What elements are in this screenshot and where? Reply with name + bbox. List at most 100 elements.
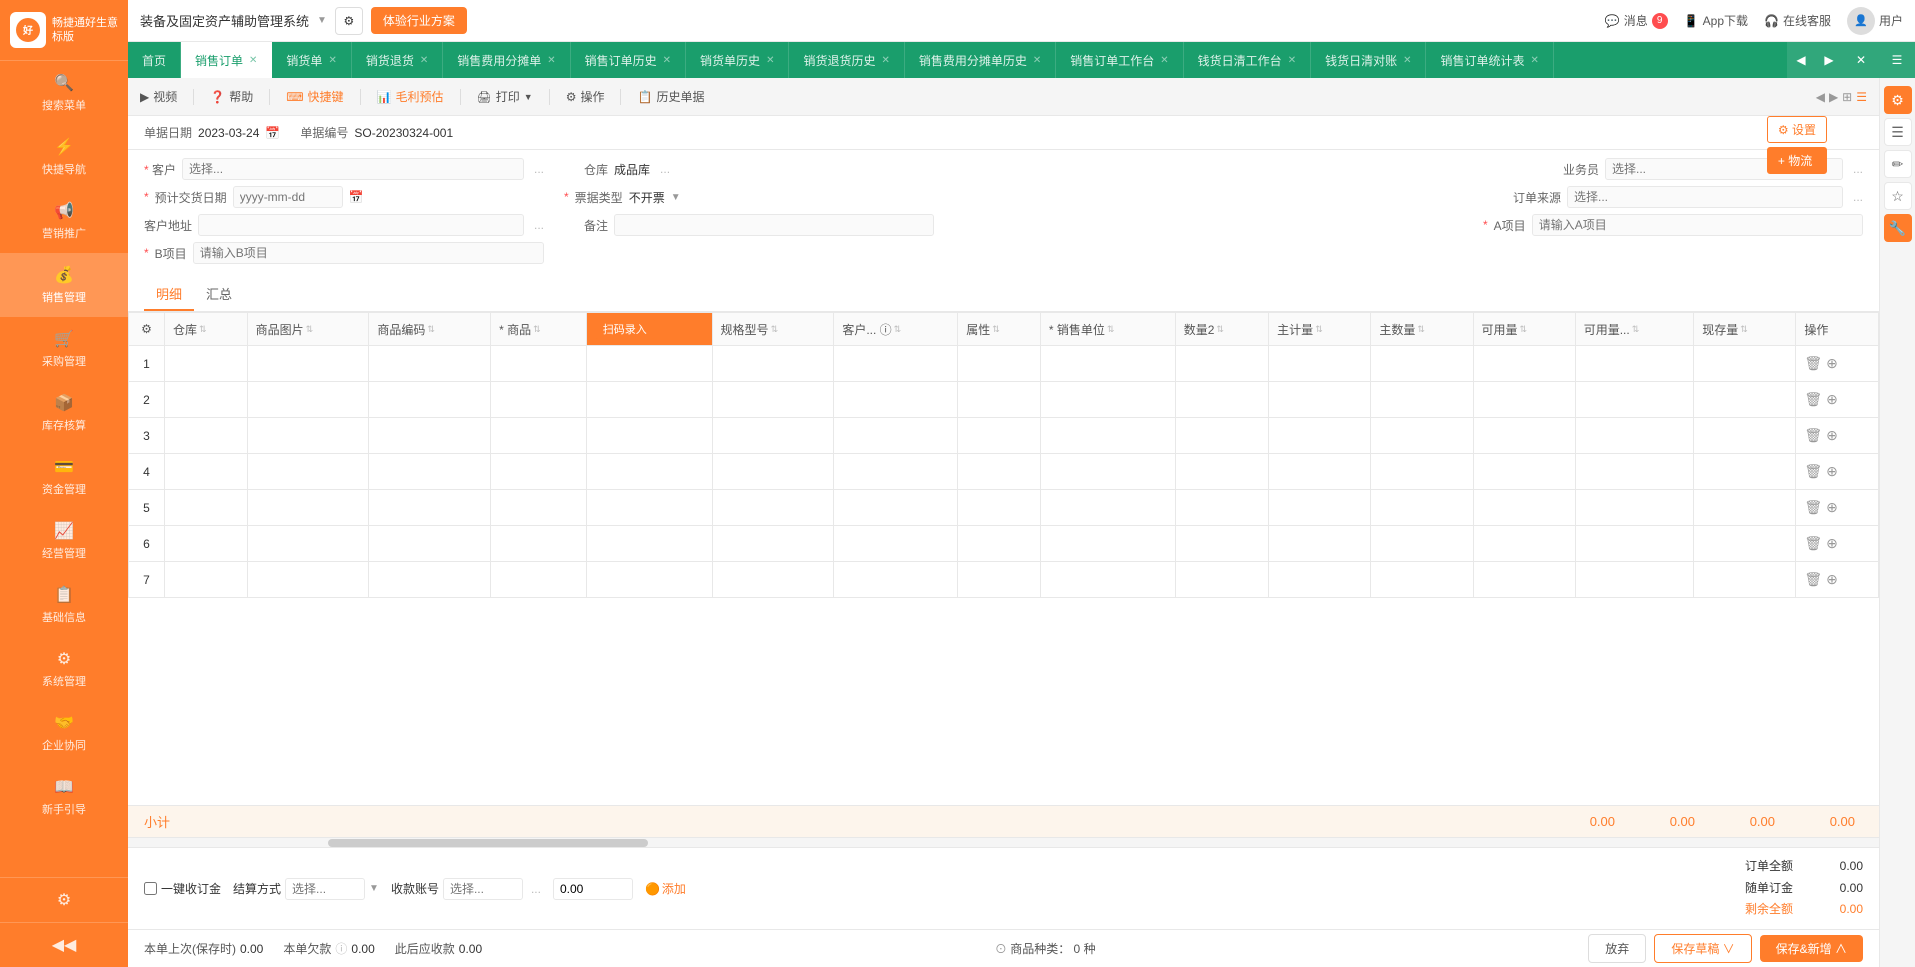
col-scan[interactable]: 扫码录入 bbox=[586, 313, 712, 346]
b-project-input[interactable] bbox=[193, 242, 544, 264]
row-attribute[interactable] bbox=[958, 562, 1041, 598]
row-product[interactable] bbox=[491, 562, 587, 598]
row-code[interactable] bbox=[369, 454, 491, 490]
sidebar-item-cooperation[interactable]: 🤝 企业协同 bbox=[0, 701, 128, 765]
tab-sales-workbench[interactable]: 销售订单工作台 ✕ bbox=[1056, 42, 1183, 78]
row-available2[interactable] bbox=[1575, 490, 1694, 526]
row-main-qty[interactable] bbox=[1371, 490, 1473, 526]
row-attribute[interactable] bbox=[958, 526, 1041, 562]
tab-close-icon[interactable]: ✕ bbox=[420, 55, 428, 66]
nav-close-all-button[interactable]: ✕ bbox=[1843, 42, 1879, 78]
sidebar-item-nav[interactable]: ⚡ 快捷导航 bbox=[0, 125, 128, 189]
row-qty2[interactable] bbox=[1175, 418, 1268, 454]
tab-stats[interactable]: 销售订单统计表 ✕ bbox=[1426, 42, 1553, 78]
row-qty2[interactable] bbox=[1175, 562, 1268, 598]
row-product[interactable] bbox=[491, 526, 587, 562]
save-draft-button[interactable]: 保存草稿 ∨ bbox=[1654, 934, 1751, 963]
row-main-qty[interactable] bbox=[1371, 454, 1473, 490]
row-main-unit[interactable] bbox=[1269, 346, 1371, 382]
delete-row-button[interactable]: 🗑 bbox=[1804, 499, 1822, 516]
tab-close-icon[interactable]: ✕ bbox=[1033, 55, 1041, 66]
row-main-qty[interactable] bbox=[1371, 382, 1473, 418]
tab-close-icon[interactable]: ✕ bbox=[1160, 55, 1168, 66]
row-warehouse[interactable] bbox=[165, 382, 248, 418]
calendar-icon[interactable]: 📅 bbox=[265, 126, 280, 140]
row-main-unit[interactable] bbox=[1269, 490, 1371, 526]
tab-close-icon[interactable]: ✕ bbox=[766, 55, 774, 66]
toolbar-print[interactable]: 🖨 打印 ▼ bbox=[477, 88, 533, 105]
sidebar-item-guide[interactable]: 📖 新手引导 bbox=[0, 765, 128, 829]
tab-detail[interactable]: 明细 bbox=[144, 278, 194, 311]
row-unit[interactable] bbox=[1040, 562, 1175, 598]
row-stock[interactable] bbox=[1694, 382, 1796, 418]
row-product[interactable] bbox=[491, 418, 587, 454]
tab-close-icon[interactable]: ✕ bbox=[663, 55, 671, 66]
tab-close-icon[interactable]: ✕ bbox=[1403, 55, 1411, 66]
row-customer-code[interactable] bbox=[834, 490, 958, 526]
row-attribute[interactable] bbox=[958, 382, 1041, 418]
payment-method-input[interactable] bbox=[285, 878, 365, 900]
horizontal-scrollbar[interactable] bbox=[328, 839, 648, 847]
row-available[interactable] bbox=[1473, 526, 1575, 562]
settings-button[interactable]: ⚙ 设置 bbox=[1767, 116, 1827, 143]
tab-close-icon[interactable]: ✕ bbox=[547, 55, 555, 66]
settings-button[interactable]: ⚙ bbox=[335, 7, 363, 35]
toolbar-grid-btn[interactable]: ⊞ bbox=[1842, 90, 1852, 104]
row-stock[interactable] bbox=[1694, 454, 1796, 490]
sidebar-item-operations[interactable]: 📈 经营管理 bbox=[0, 509, 128, 573]
delete-row-button[interactable]: 🗑 bbox=[1804, 355, 1822, 372]
row-product[interactable] bbox=[491, 490, 587, 526]
row-product[interactable] bbox=[491, 454, 587, 490]
tab-sales-return[interactable]: 销货退货 ✕ bbox=[352, 42, 443, 78]
sidebar-item-search[interactable]: 🔍 搜索菜单 bbox=[0, 61, 128, 125]
row-available[interactable] bbox=[1473, 562, 1575, 598]
row-main-unit[interactable] bbox=[1269, 382, 1371, 418]
tab-return-history[interactable]: 销货退货历史 ✕ bbox=[789, 42, 904, 78]
tab-close-icon[interactable]: ✕ bbox=[328, 55, 336, 66]
row-unit[interactable] bbox=[1040, 526, 1175, 562]
row-code[interactable] bbox=[369, 526, 491, 562]
copy-row-button[interactable]: ⊕ bbox=[1826, 571, 1838, 588]
row-available[interactable] bbox=[1473, 454, 1575, 490]
row-unit[interactable] bbox=[1040, 490, 1175, 526]
copy-row-button[interactable]: ⊕ bbox=[1826, 535, 1838, 552]
toolbar-profit[interactable]: 📊 毛利预估 bbox=[377, 88, 444, 105]
tab-close-icon[interactable]: ✕ bbox=[1531, 55, 1539, 66]
account-input[interactable] bbox=[443, 878, 523, 900]
delete-row-button[interactable]: 🗑 bbox=[1804, 463, 1822, 480]
row-customer-code[interactable] bbox=[834, 454, 958, 490]
row-spec[interactable] bbox=[712, 490, 834, 526]
tab-sales-order[interactable]: 销售订单 ✕ bbox=[181, 42, 272, 78]
tab-close-icon[interactable]: ✕ bbox=[881, 55, 889, 66]
row-customer-code[interactable] bbox=[834, 382, 958, 418]
row-qty2[interactable] bbox=[1175, 490, 1268, 526]
row-customer-code[interactable] bbox=[834, 418, 958, 454]
delete-row-button[interactable]: 🗑 bbox=[1804, 391, 1822, 408]
row-customer-code[interactable] bbox=[834, 346, 958, 382]
row-main-unit[interactable] bbox=[1269, 562, 1371, 598]
right-panel-edit-button[interactable]: ✏ bbox=[1884, 150, 1912, 178]
row-unit[interactable] bbox=[1040, 382, 1175, 418]
row-available[interactable] bbox=[1473, 346, 1575, 382]
row-spec[interactable] bbox=[712, 526, 834, 562]
right-panel-settings-button[interactable]: ⚙ bbox=[1884, 86, 1912, 114]
sidebar-item-system[interactable]: ⚙ 系统管理 bbox=[0, 637, 128, 701]
row-stock[interactable] bbox=[1694, 418, 1796, 454]
row-spec[interactable] bbox=[712, 346, 834, 382]
row-available2[interactable] bbox=[1575, 454, 1694, 490]
save-new-button[interactable]: 保存&新增 ∧ bbox=[1760, 935, 1863, 962]
payment-method-arrow[interactable]: ▼ bbox=[369, 883, 379, 894]
row-available2[interactable] bbox=[1575, 562, 1694, 598]
delete-row-button[interactable]: 🗑 bbox=[1804, 535, 1822, 552]
row-qty2[interactable] bbox=[1175, 382, 1268, 418]
sidebar-item-purchase[interactable]: 🛒 采购管理 bbox=[0, 317, 128, 381]
tab-daily-workbench[interactable]: 钱货日清工作台 ✕ bbox=[1184, 42, 1311, 78]
customer-input[interactable] bbox=[182, 158, 524, 180]
delivery-date-input[interactable] bbox=[233, 186, 343, 208]
toolbar-history[interactable]: 📋 历史单据 bbox=[637, 88, 704, 105]
right-panel-star-button[interactable]: ☆ bbox=[1884, 182, 1912, 210]
copy-row-button[interactable]: ⊕ bbox=[1826, 499, 1838, 516]
row-code[interactable] bbox=[369, 382, 491, 418]
tab-summary[interactable]: 汇总 bbox=[194, 278, 244, 311]
row-stock[interactable] bbox=[1694, 346, 1796, 382]
